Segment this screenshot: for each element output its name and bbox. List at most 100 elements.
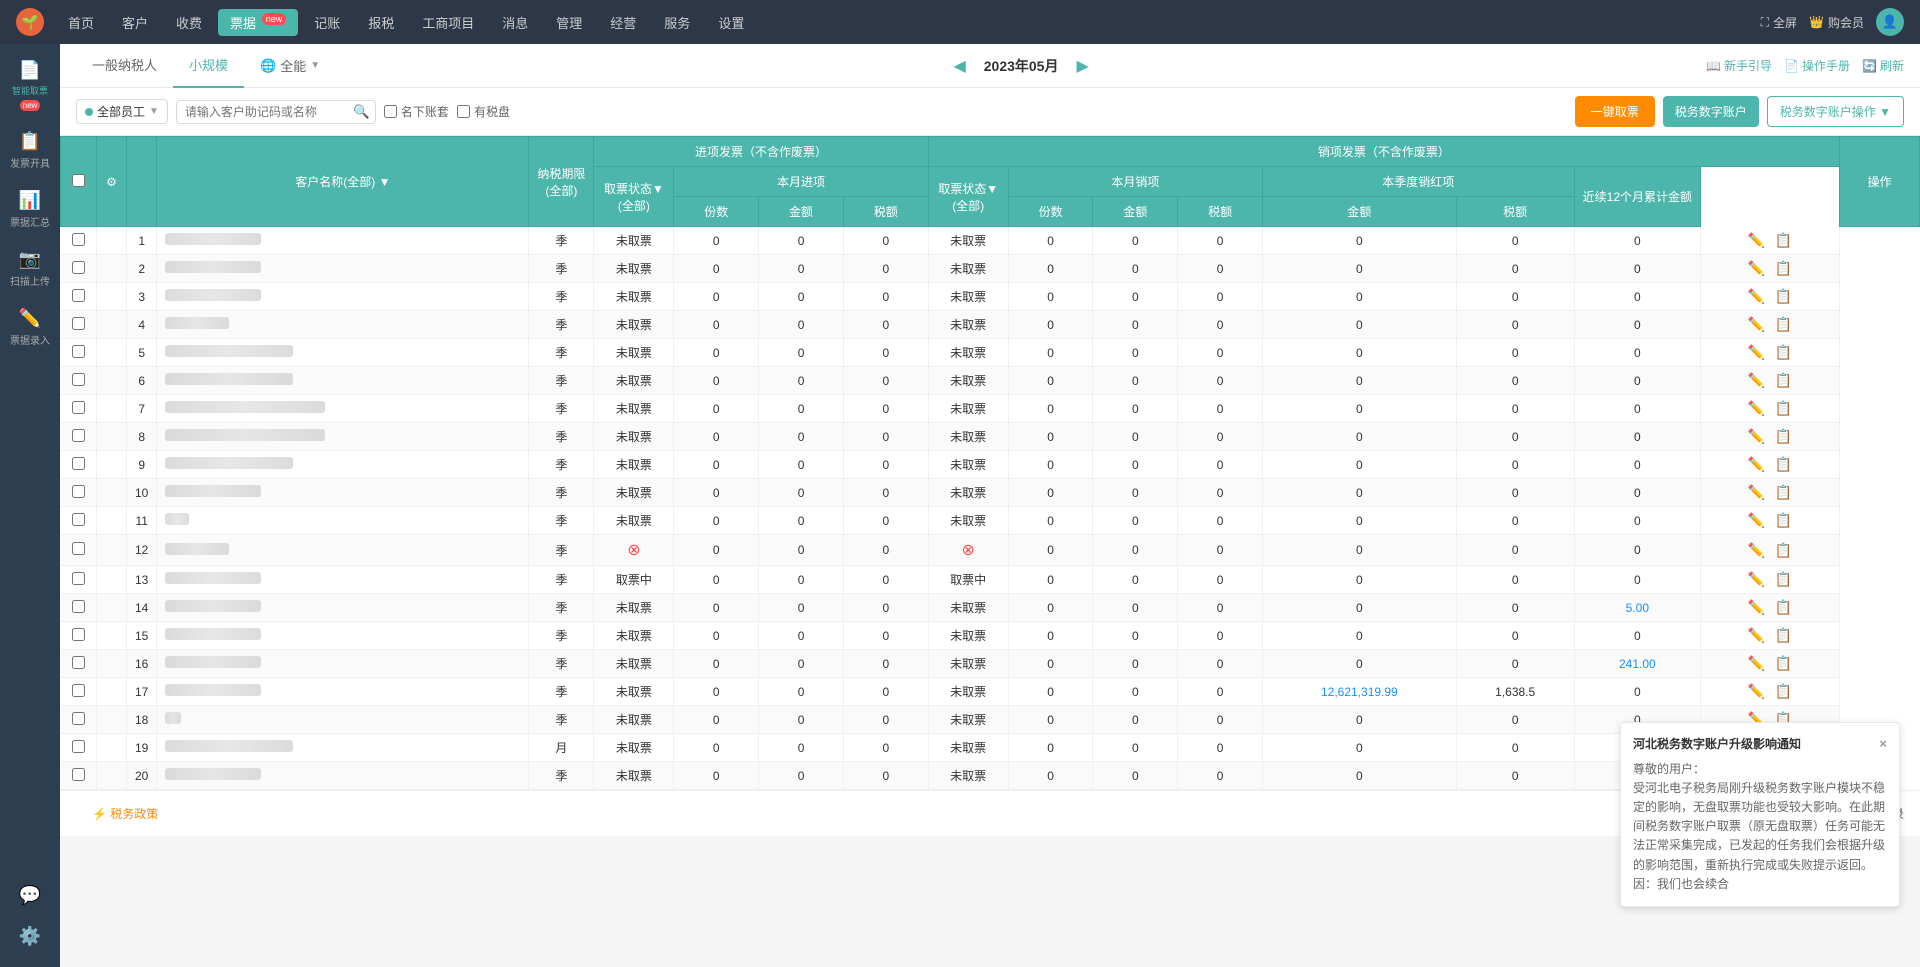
row-checkbox[interactable] (72, 712, 85, 725)
member-button[interactable]: 👑 购会员 (1809, 14, 1864, 31)
row-client-name[interactable] (157, 255, 529, 283)
row-client-name[interactable] (157, 339, 529, 367)
row-checkbox[interactable] (72, 261, 85, 274)
checkbox-has-taxpad[interactable]: 有税盘 (457, 103, 510, 120)
tax-policy-link[interactable]: ⚡ 税务政策 (76, 797, 174, 830)
guide-button[interactable]: 📖 新手引导 (1706, 57, 1772, 74)
row-copy-button[interactable]: 📋 (1772, 655, 1795, 671)
row-edit-button[interactable]: ✏️ (1745, 599, 1768, 615)
row-copy-button[interactable]: 📋 (1772, 428, 1795, 444)
row-edit-button[interactable]: ✏️ (1745, 344, 1768, 360)
row-client-name[interactable] (157, 367, 529, 395)
row-checkbox[interactable] (72, 233, 85, 246)
row-client-name[interactable] (157, 451, 529, 479)
row-edit-button[interactable]: ✏️ (1745, 288, 1768, 304)
next-month-button[interactable]: ▶ (1070, 54, 1094, 78)
row-client-name[interactable] (157, 395, 529, 423)
row-edit-button[interactable]: ✏️ (1745, 400, 1768, 416)
row-edit-button[interactable]: ✏️ (1745, 571, 1768, 587)
row-checkbox[interactable] (72, 572, 85, 585)
digital-account-button[interactable]: 税务数字账户 (1663, 96, 1759, 127)
header-out-status[interactable]: 取票状态▼(全部) (928, 167, 1008, 227)
row-client-name[interactable] (157, 566, 529, 594)
row-checkbox[interactable] (72, 684, 85, 697)
row-client-name[interactable] (157, 594, 529, 622)
row-edit-button[interactable]: ✏️ (1745, 260, 1768, 276)
row-checkbox[interactable] (72, 457, 85, 470)
nav-manage[interactable]: 管理 (544, 9, 594, 36)
sidebar-item-scan-upload[interactable]: 📷 扫描上传 (4, 241, 56, 296)
header-in-status[interactable]: 取票状态▼(全部) (594, 167, 674, 227)
nav-customer[interactable]: 客户 (110, 9, 160, 36)
nav-settings[interactable]: 设置 (706, 9, 756, 36)
nav-fee[interactable]: 收费 (164, 9, 214, 36)
row-checkbox[interactable] (72, 345, 85, 358)
row-client-name[interactable] (157, 650, 529, 678)
row-checkbox[interactable] (72, 768, 85, 781)
row-client-name[interactable] (157, 283, 529, 311)
row-checkbox[interactable] (72, 513, 85, 526)
has-taxpad-checkbox[interactable] (457, 105, 470, 118)
sidebar-item-messages[interactable]: 💬 (4, 877, 56, 914)
row-copy-button[interactable]: 📋 (1772, 316, 1795, 332)
row-client-name[interactable] (157, 762, 529, 790)
row-copy-button[interactable]: 📋 (1772, 484, 1795, 500)
row-checkbox[interactable] (72, 600, 85, 613)
row-edit-button[interactable]: ✏️ (1745, 484, 1768, 500)
row-checkbox[interactable] (72, 289, 85, 302)
row-copy-button[interactable]: 📋 (1772, 260, 1795, 276)
row-copy-button[interactable]: 📋 (1772, 599, 1795, 615)
row-checkbox[interactable] (72, 485, 85, 498)
sidebar-item-invoice-open[interactable]: 📋 发票开具 (4, 123, 56, 178)
row-checkbox[interactable] (72, 401, 85, 414)
row-checkbox[interactable] (72, 317, 85, 330)
my-accounts-checkbox[interactable] (384, 105, 397, 118)
row-client-name[interactable] (157, 423, 529, 451)
select-all-checkbox[interactable] (72, 174, 85, 187)
row-copy-button[interactable]: 📋 (1772, 456, 1795, 472)
tab-general-taxpayer[interactable]: 一般纳税人 (76, 44, 173, 88)
row-copy-button[interactable]: 📋 (1772, 232, 1795, 248)
row-client-name[interactable] (157, 507, 529, 535)
row-copy-button[interactable]: 📋 (1772, 627, 1795, 643)
row-client-name[interactable] (157, 535, 529, 566)
manual-button[interactable]: 📄 操作手册 (1784, 57, 1850, 74)
row-client-name[interactable] (157, 678, 529, 706)
row-edit-button[interactable]: ✏️ (1745, 456, 1768, 472)
row-copy-button[interactable]: 📋 (1772, 372, 1795, 388)
row-client-name[interactable] (157, 706, 529, 734)
tab-small-scale[interactable]: 小规模 (173, 44, 244, 88)
digital-account-op-button[interactable]: 税务数字账户操作 ▼ (1767, 96, 1904, 127)
row-copy-button[interactable]: 📋 (1772, 683, 1795, 699)
row-copy-button[interactable]: 📋 (1772, 542, 1795, 558)
row-client-name[interactable] (157, 311, 529, 339)
row-copy-button[interactable]: 📋 (1772, 512, 1795, 528)
header-client-name[interactable]: 客户名称(全部) ▼ (157, 137, 529, 227)
row-checkbox[interactable] (72, 740, 85, 753)
row-checkbox[interactable] (72, 373, 85, 386)
row-edit-button[interactable]: ✏️ (1745, 372, 1768, 388)
nav-service[interactable]: 服务 (652, 9, 702, 36)
nav-operation[interactable]: 经营 (598, 9, 648, 36)
row-checkbox[interactable] (72, 429, 85, 442)
nav-invoice[interactable]: 票据 new (218, 9, 298, 36)
search-button[interactable]: 🔍 (353, 104, 370, 120)
row-edit-button[interactable]: ✏️ (1745, 542, 1768, 558)
user-avatar[interactable]: 👤 (1876, 8, 1904, 36)
row-client-name[interactable] (157, 734, 529, 762)
row-edit-button[interactable]: ✏️ (1745, 512, 1768, 528)
nav-tax[interactable]: 报税 (356, 9, 406, 36)
row-checkbox[interactable] (72, 628, 85, 641)
row-copy-button[interactable]: 📋 (1772, 571, 1795, 587)
row-copy-button[interactable]: 📋 (1772, 400, 1795, 416)
refresh-button[interactable]: 🔄 刷新 (1862, 57, 1904, 74)
sidebar-item-ticket-summary[interactable]: 📊 票据汇总 (4, 182, 56, 237)
row-edit-button[interactable]: ✏️ (1745, 232, 1768, 248)
row-edit-button[interactable]: ✏️ (1745, 428, 1768, 444)
header-settings[interactable]: ⚙ (97, 137, 127, 227)
row-copy-button[interactable]: 📋 (1772, 344, 1795, 360)
nav-home[interactable]: 首页 (56, 9, 106, 36)
row-client-name[interactable] (157, 227, 529, 255)
nav-accounting[interactable]: 记账 (302, 9, 352, 36)
notification-close-button[interactable]: × (1879, 736, 1887, 751)
